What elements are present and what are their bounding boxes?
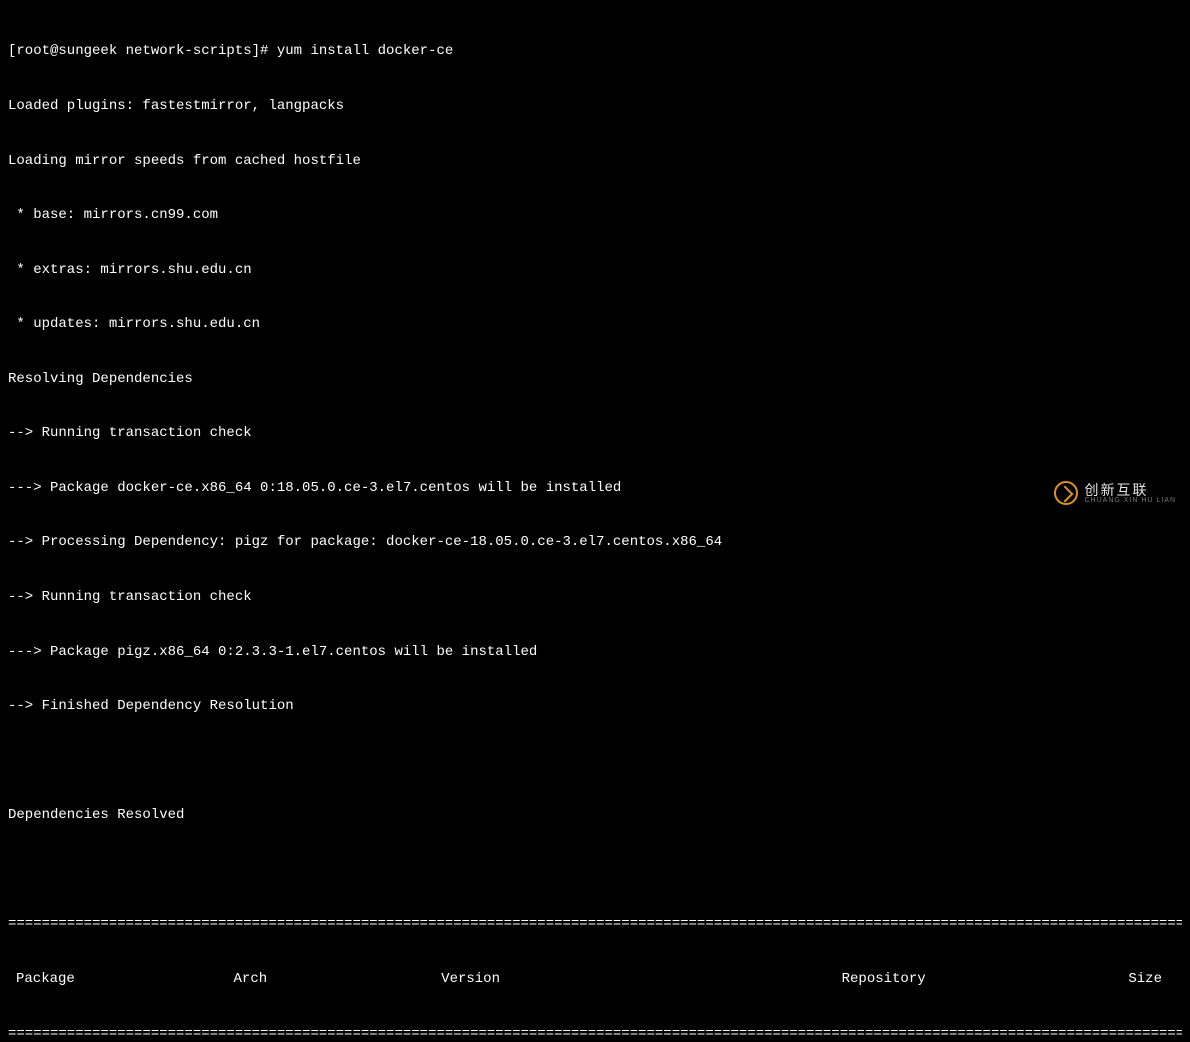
output-line: Loaded plugins: fastestmirror, langpacks [8,97,1182,115]
watermark-sub-text: CHUANG XIN HU LIAN [1084,497,1176,504]
output-line: * extras: mirrors.shu.edu.cn [8,261,1182,279]
separator-line: ========================================… [8,1025,1182,1042]
output-line: * base: mirrors.cn99.com [8,206,1182,224]
watermark: 创新互联 CHUANG XIN HU LIAN [1054,481,1176,505]
output-line: --> Processing Dependency: pigz for pack… [8,533,1182,551]
blank-line [8,752,1182,770]
watermark-text-block: 创新互联 CHUANG XIN HU LIAN [1084,483,1176,504]
output-line: --> Running transaction check [8,588,1182,606]
col-header-package: Package [8,970,234,988]
terminal-output: [root@sungeek network-scripts]# yum inst… [8,6,1182,1042]
output-line: * updates: mirrors.shu.edu.cn [8,315,1182,333]
col-header-size: Size [1128,970,1182,988]
col-header-version: Version [441,970,841,988]
output-line: Resolving Dependencies [8,370,1182,388]
output-line: ---> Package pigz.x86_64 0:2.3.3-1.el7.c… [8,643,1182,661]
table-header-row: Package Arch Version Repository Size [8,970,1182,988]
blank-line [8,861,1182,879]
output-line: ---> Package docker-ce.x86_64 0:18.05.0.… [8,479,1182,497]
output-line: Loading mirror speeds from cached hostfi… [8,152,1182,170]
deps-resolved-label: Dependencies Resolved [8,806,1182,824]
col-header-repo: Repository [842,970,1129,988]
watermark-logo-icon [1054,481,1078,505]
typed-command: yum install docker-ce [277,43,453,59]
col-header-arch: Arch [234,970,442,988]
shell-prompt: [root@sungeek network-scripts]# [8,43,277,59]
command-line: [root@sungeek network-scripts]# yum inst… [8,42,1182,60]
watermark-main-text: 创新互联 [1084,483,1176,497]
output-line: --> Finished Dependency Resolution [8,697,1182,715]
separator-line: ========================================… [8,915,1182,933]
output-line: --> Running transaction check [8,424,1182,442]
